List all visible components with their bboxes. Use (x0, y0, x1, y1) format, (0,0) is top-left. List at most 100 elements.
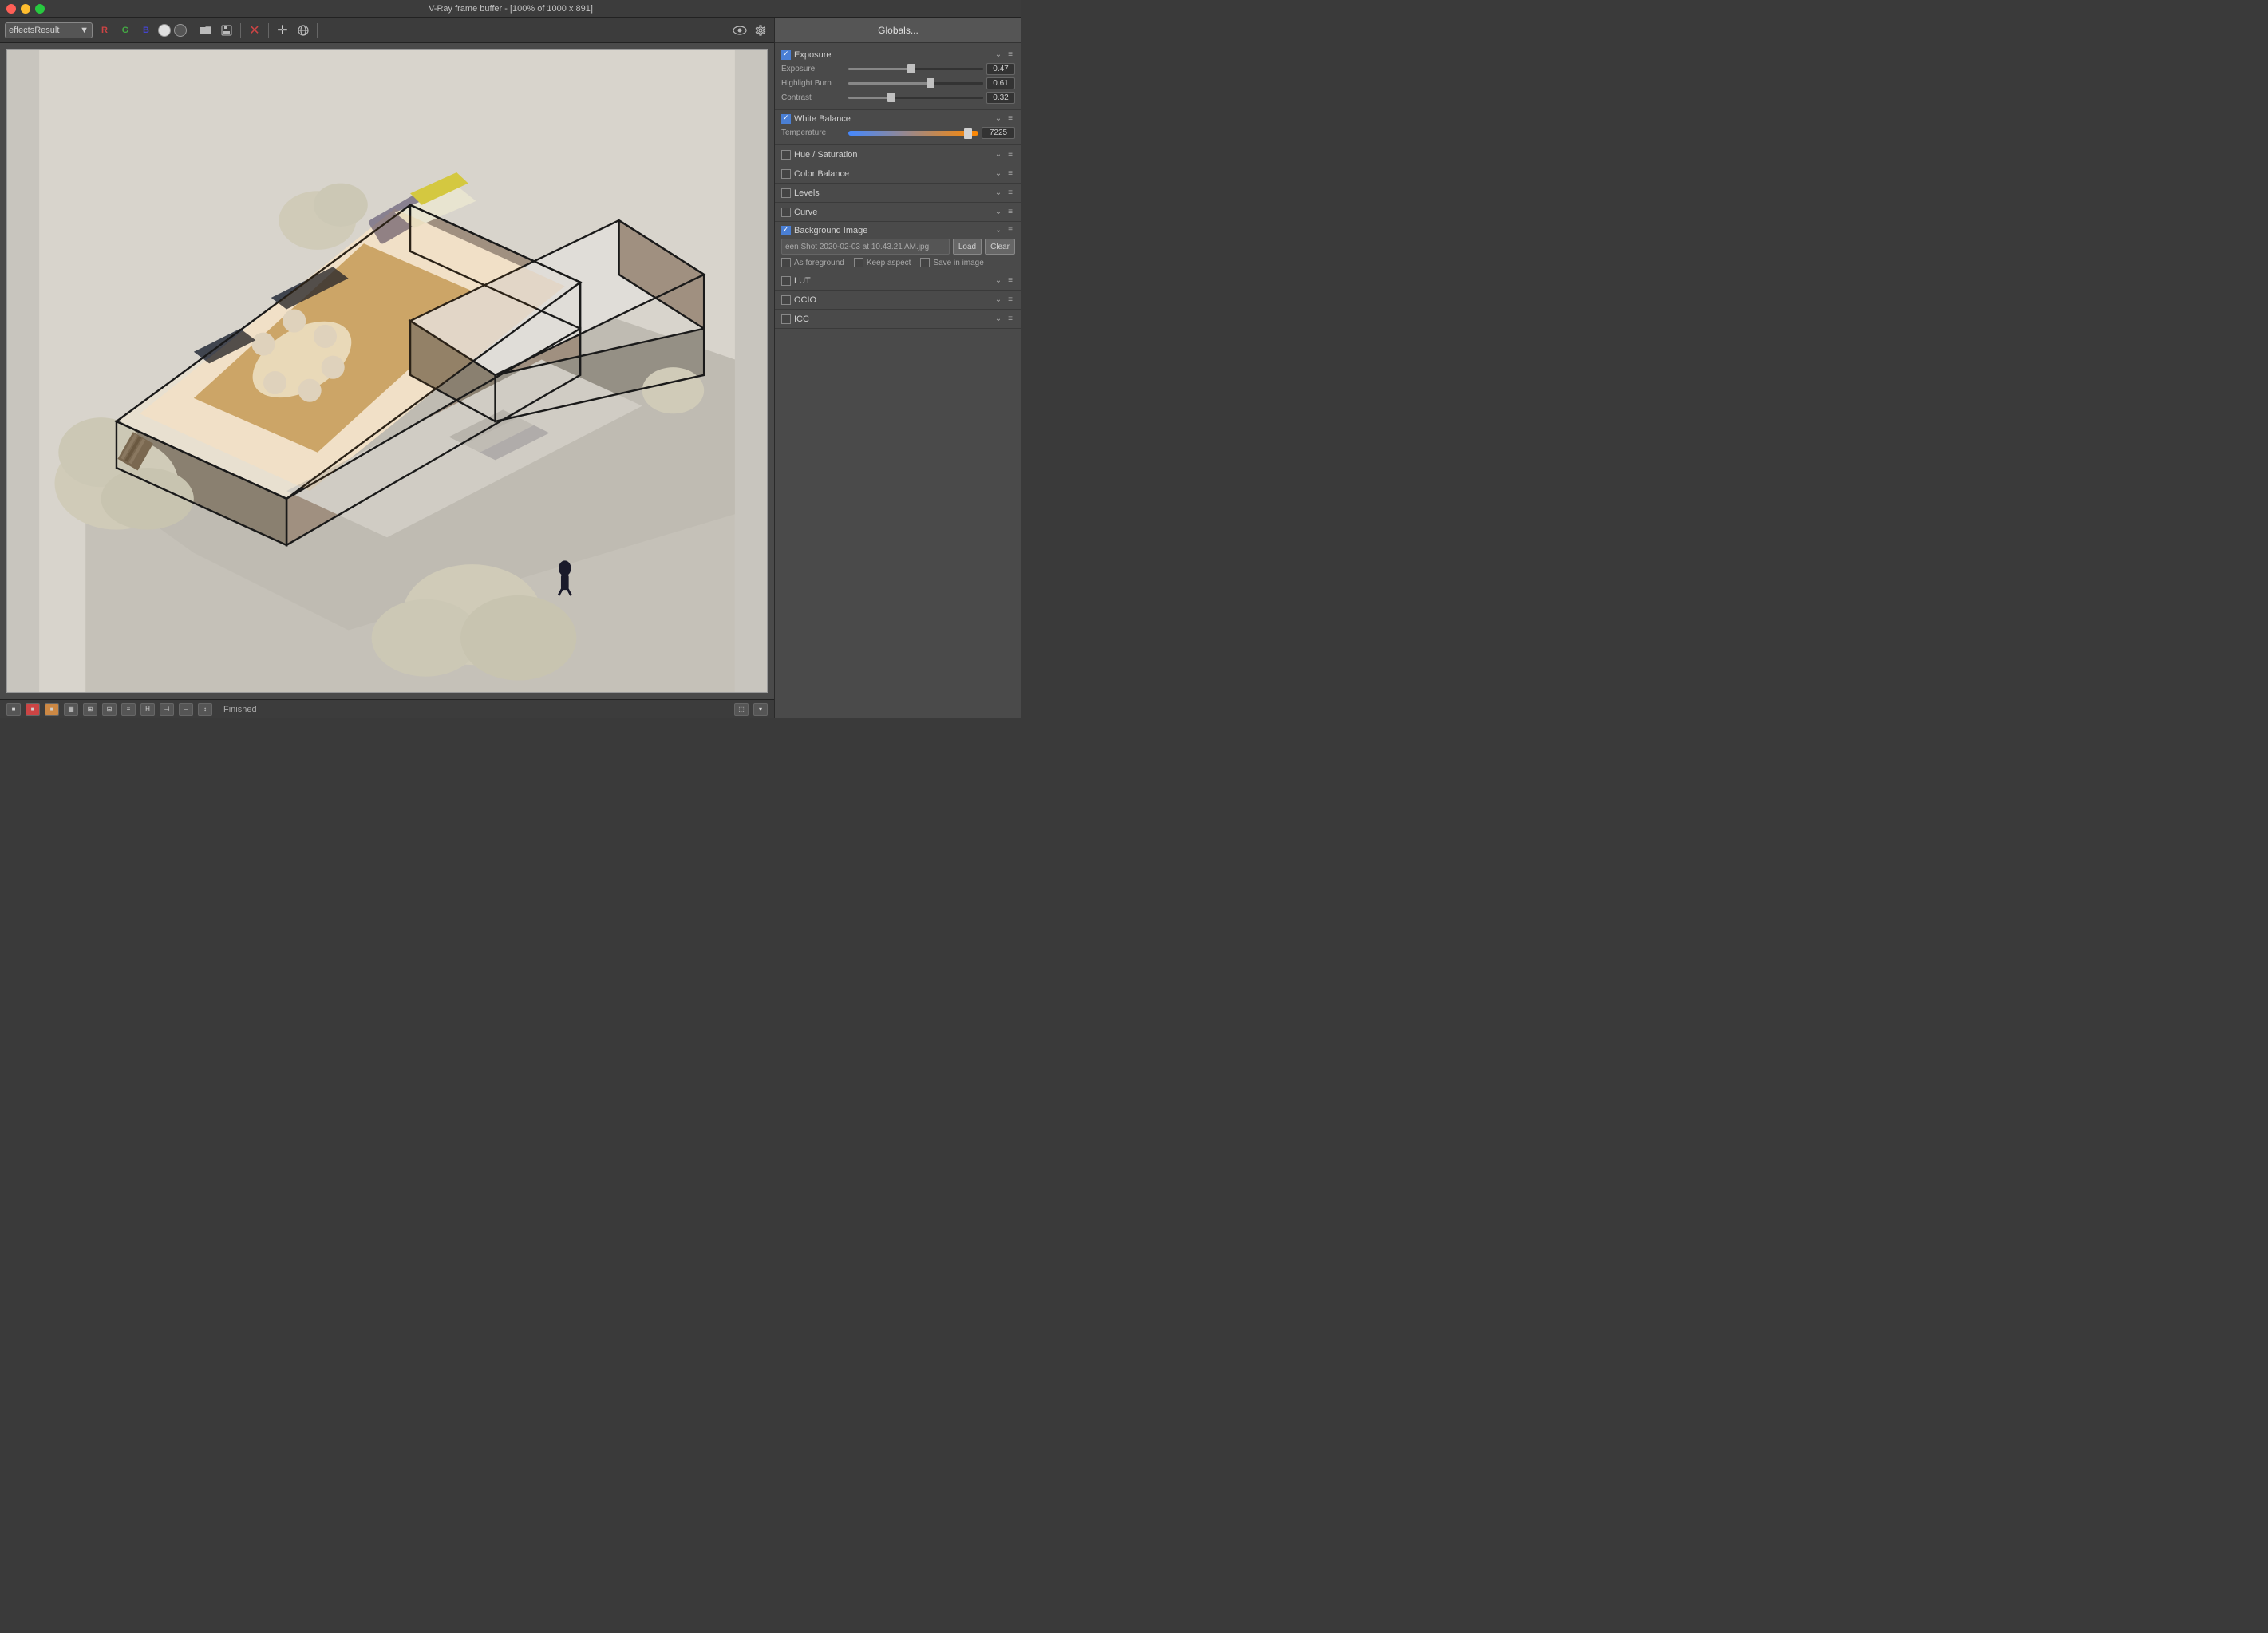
exposure-fill (848, 68, 911, 70)
hue-saturation-menu-icon[interactable]: ≡ (1006, 149, 1015, 160)
statusbar: ■ ■ ■ ▦ ⊞ ⊟ ≡ H ⊣ ⊢ ↕ Finished ⬚ ▾ (0, 699, 774, 718)
background-image-actions: ⌄ ≡ (993, 225, 1015, 235)
layer-dropdown-value: effectsResult (9, 26, 59, 35)
hue-saturation-checkbox[interactable] (781, 150, 791, 160)
temperature-thumb[interactable] (964, 128, 972, 139)
keep-aspect-checkbox[interactable] (854, 258, 863, 267)
globe-icon[interactable] (294, 22, 312, 39)
white-balance-collapse-icon[interactable]: ⌄ (993, 113, 1004, 124)
settings-icon[interactable] (752, 22, 769, 39)
background-image-row: een Shot 2020-02-03 at 10.43.21 AM.jpg L… (781, 239, 1015, 255)
dropdown-arrow-icon: ▼ (80, 26, 89, 35)
status-btn-10[interactable]: ⊢ (179, 703, 193, 716)
status-collapse-btn[interactable]: ▾ (753, 703, 768, 716)
highlight-burn-value[interactable]: 0.61 (986, 77, 1015, 89)
curve-menu-icon[interactable]: ≡ (1006, 207, 1015, 217)
lut-collapse-icon[interactable]: ⌄ (993, 275, 1004, 286)
exposure-slider-row: Exposure 0.47 (781, 63, 1015, 75)
icc-collapse-icon[interactable]: ⌄ (993, 314, 1004, 324)
viewport (6, 49, 768, 693)
white-balance-label: White Balance (794, 114, 990, 124)
exposure-checkbox[interactable] (781, 50, 791, 60)
background-image-checkbox[interactable] (781, 226, 791, 235)
background-image-menu-icon[interactable]: ≡ (1006, 225, 1015, 235)
delete-icon[interactable]: ✕ (246, 22, 263, 39)
ocio-menu-icon[interactable]: ≡ (1006, 295, 1015, 305)
save-icon[interactable] (218, 22, 235, 39)
ocio-checkbox[interactable] (781, 295, 791, 305)
dark-circle-btn[interactable] (174, 24, 187, 37)
icc-label: ICC (794, 314, 990, 324)
status-btn-6[interactable]: ⊟ (102, 703, 117, 716)
rgb-icon[interactable]: R (96, 22, 113, 39)
render-image (7, 50, 767, 692)
levels-checkbox[interactable] (781, 188, 791, 198)
eye-icon[interactable] (731, 22, 749, 39)
folder-icon[interactable] (197, 22, 215, 39)
render-scene (7, 50, 767, 692)
white-balance-checkbox[interactable] (781, 114, 791, 124)
color-balance-menu-icon[interactable]: ≡ (1006, 168, 1015, 179)
highlight-burn-thumb[interactable] (927, 78, 934, 88)
lut-checkbox[interactable] (781, 276, 791, 286)
crosshair-icon[interactable]: ✛ (274, 22, 291, 39)
curve-collapse-icon[interactable]: ⌄ (993, 207, 1004, 217)
clear-button[interactable]: Clear (985, 239, 1015, 255)
color-balance-collapse-icon[interactable]: ⌄ (993, 168, 1004, 179)
color-balance-label: Color Balance (794, 169, 990, 179)
panel-body: Exposure ⌄ ≡ Exposure 0.47 (775, 43, 1021, 718)
levels-menu-icon[interactable]: ≡ (1006, 188, 1015, 198)
panel-title: Globals... (878, 25, 919, 36)
background-image-collapse-icon[interactable]: ⌄ (993, 225, 1004, 235)
white-balance-actions: ⌄ ≡ (993, 113, 1015, 124)
white-balance-section: White Balance ⌄ ≡ Temperature 7225 (775, 110, 1021, 145)
levels-label: Levels (794, 188, 990, 198)
ocio-collapse-icon[interactable]: ⌄ (993, 295, 1004, 305)
exposure-menu-icon[interactable]: ≡ (1006, 49, 1015, 60)
curve-checkbox[interactable] (781, 208, 791, 217)
icc-menu-icon[interactable]: ≡ (1006, 314, 1015, 324)
titlebar: V-Ray frame buffer - [100% of 1000 x 891… (0, 0, 1021, 18)
hue-saturation-collapse-icon[interactable]: ⌄ (993, 149, 1004, 160)
load-button[interactable]: Load (953, 239, 982, 255)
save-in-image-checkbox[interactable] (920, 258, 930, 267)
background-image-section: Background Image ⌄ ≡ een Shot 2020-02-03… (775, 222, 1021, 271)
color-balance-checkbox[interactable] (781, 169, 791, 179)
contrast-thumb[interactable] (887, 93, 895, 102)
background-image-header: Background Image ⌄ ≡ (781, 225, 1015, 235)
status-btn-2[interactable]: ■ (26, 703, 40, 716)
contrast-value[interactable]: 0.32 (986, 92, 1015, 104)
maximize-button[interactable] (35, 4, 45, 14)
exposure-thumb[interactable] (907, 64, 915, 73)
status-btn-5[interactable]: ⊞ (83, 703, 97, 716)
exposure-header: Exposure ⌄ ≡ (781, 49, 1015, 60)
status-btn-1[interactable]: ■ (6, 703, 21, 716)
exposure-collapse-icon[interactable]: ⌄ (993, 49, 1004, 60)
temperature-value[interactable]: 7225 (982, 127, 1015, 139)
status-btn-8[interactable]: H (140, 703, 155, 716)
contrast-container (848, 93, 983, 104)
minimize-button[interactable] (21, 4, 30, 14)
white-balance-menu-icon[interactable]: ≡ (1006, 113, 1015, 124)
status-expand-btn[interactable]: ⬚ (734, 703, 749, 716)
highlight-burn-label: Highlight Burn (781, 79, 845, 88)
status-btn-7[interactable]: ≡ (121, 703, 136, 716)
blue-icon[interactable]: B (137, 22, 155, 39)
white-circle-btn[interactable] (158, 24, 171, 37)
status-btn-11[interactable]: ↕ (198, 703, 212, 716)
contrast-fill (848, 97, 891, 99)
exposure-value[interactable]: 0.47 (986, 63, 1015, 75)
panel-header: Globals... (775, 18, 1021, 43)
as-foreground-checkbox[interactable] (781, 258, 791, 267)
status-btn-4[interactable]: ▦ (64, 703, 78, 716)
status-btn-3[interactable]: ■ (45, 703, 59, 716)
close-button[interactable] (6, 4, 16, 14)
status-btn-9[interactable]: ⊣ (160, 703, 174, 716)
levels-collapse-icon[interactable]: ⌄ (993, 188, 1004, 198)
icc-checkbox[interactable] (781, 314, 791, 324)
layer-dropdown[interactable]: effectsResult ▼ (5, 22, 93, 38)
hue-saturation-section: Hue / Saturation ⌄ ≡ (775, 145, 1021, 164)
green-icon[interactable]: G (117, 22, 134, 39)
lut-menu-icon[interactable]: ≡ (1006, 275, 1015, 286)
lut-label: LUT (794, 276, 990, 286)
